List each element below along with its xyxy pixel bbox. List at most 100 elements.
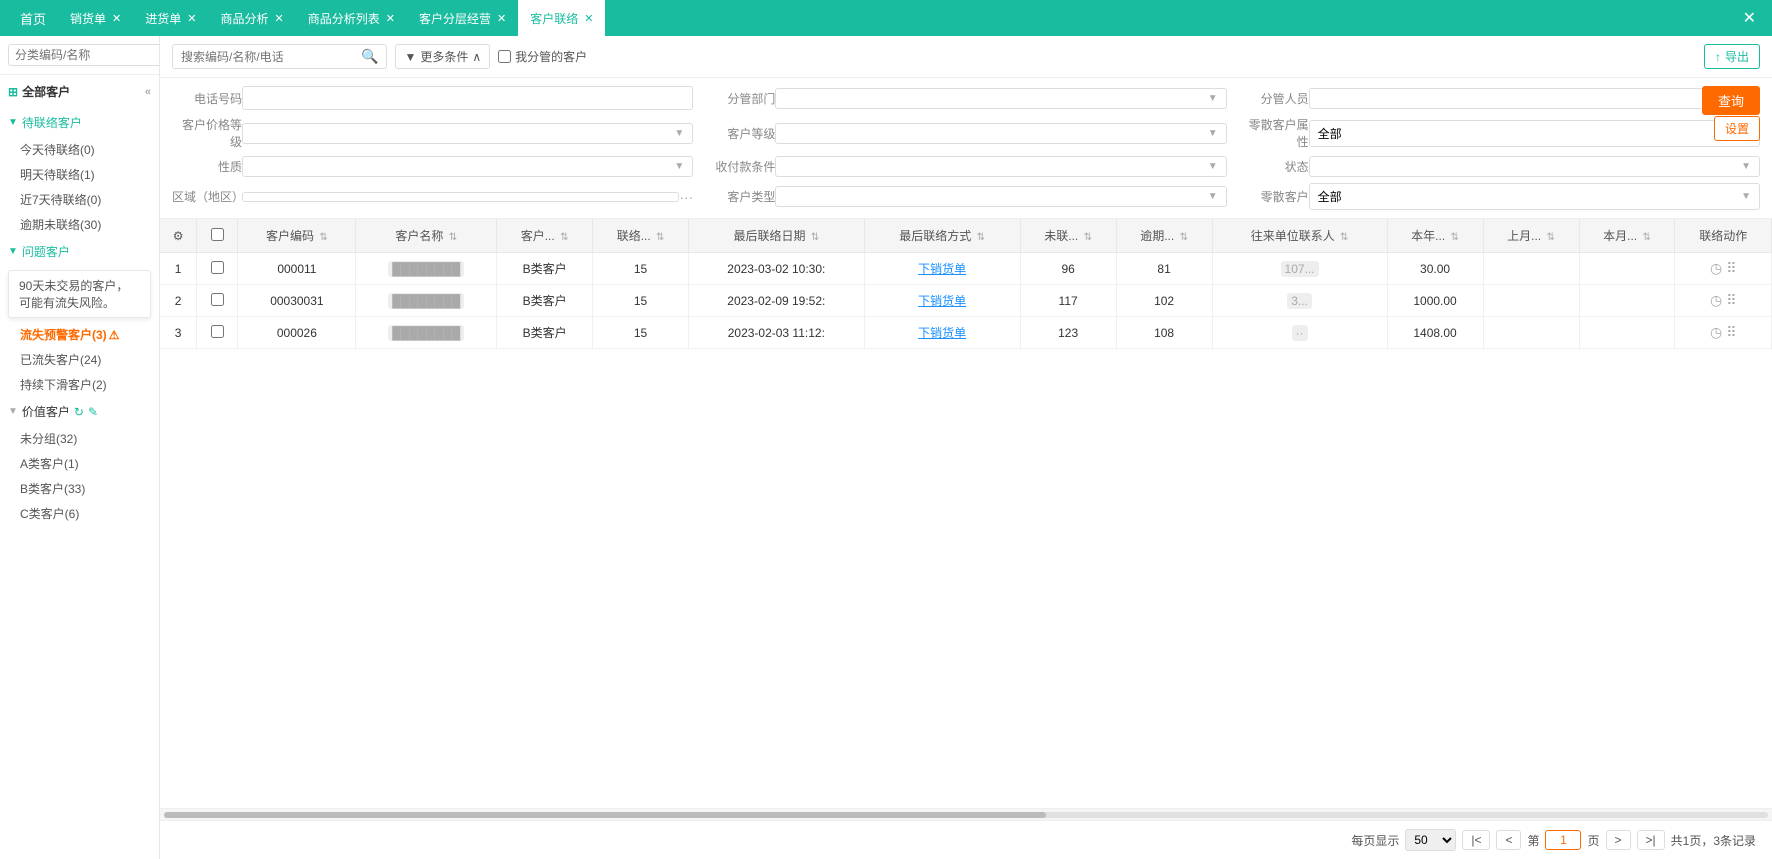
table-row: 2 00030031 ████████ B类客户 15 2023-02-09 1… xyxy=(160,285,1772,317)
retail-customer-select[interactable]: 全部▼ xyxy=(1309,183,1760,210)
per-page-select[interactable]: 50 20 100 xyxy=(1405,829,1456,851)
more-conditions-button[interactable]: ▼ 更多条件 ∧ xyxy=(395,44,490,69)
price-level-select[interactable]: ▼ xyxy=(242,123,693,144)
action-contact-icon[interactable]: ◷ xyxy=(1710,292,1722,309)
filter-phone: 电话号码 xyxy=(172,86,693,110)
sidebar-item-churn-warning[interactable]: 流失预警客户(3) ⚠ xyxy=(0,322,159,347)
sidebar-item-ungrouped[interactable]: 未分组(32) xyxy=(0,426,159,451)
sidebar-item-c-customers[interactable]: C类客户(6) xyxy=(0,501,159,526)
region-more-icon[interactable]: ··· xyxy=(679,189,693,205)
first-page-button[interactable]: |< xyxy=(1462,830,1490,850)
sidebar-item-today-pending[interactable]: 今天待联络(0) xyxy=(0,137,159,162)
customer-type-select[interactable]: ▼ xyxy=(775,186,1226,207)
region-select[interactable] xyxy=(242,192,679,202)
phone-input[interactable] xyxy=(242,86,693,110)
my-customers-checkbox[interactable] xyxy=(498,50,511,63)
horizontal-scrollbar[interactable] xyxy=(160,808,1772,820)
contact-person-blurred: ·· xyxy=(1292,325,1308,341)
settings-button[interactable]: 设置 xyxy=(1714,116,1760,141)
sidebar-group-value[interactable]: 价值客户 ↻ ✎ xyxy=(0,397,159,426)
nav-item-productanalysis[interactable]: 商品分析 ✕ xyxy=(208,0,295,36)
nav-item-productlist[interactable]: 商品分析列表 ✕ xyxy=(296,0,407,36)
row-action: ◷ ⠿ xyxy=(1675,317,1772,349)
sidebar-search-input[interactable] xyxy=(8,44,160,66)
row-contact-person: 107... xyxy=(1212,253,1387,285)
nav-item-customercontact[interactable]: 客户联络 ✕ xyxy=(518,0,605,36)
search-button[interactable]: 🔍 xyxy=(361,48,378,65)
collapse-icon[interactable]: « xyxy=(145,86,151,98)
nav-item-salesorder[interactable]: 销货单 ✕ xyxy=(58,0,133,36)
sidebar-item-overdue-pending[interactable]: 逾期未联络(30) xyxy=(0,212,159,237)
action-more-icon[interactable]: ⠿ xyxy=(1726,324,1736,341)
col-last-month[interactable]: 上月... ⇅ xyxy=(1483,219,1579,253)
nav-item-customersegment[interactable]: 客户分层经营 ✕ xyxy=(407,0,518,36)
customer-level-select[interactable]: ▼ xyxy=(775,123,1226,144)
sidebar-all-customers[interactable]: ⊞ 全部客户 « xyxy=(0,75,159,108)
gender-select[interactable]: ▼ xyxy=(242,156,693,177)
col-code[interactable]: 客户编码 ⇅ xyxy=(238,219,356,253)
manager-select[interactable]: ▼ xyxy=(1309,88,1746,109)
window-close-button[interactable]: ✕ xyxy=(1735,8,1764,28)
last-method-link[interactable]: 下销货单 xyxy=(918,326,966,340)
col-last-method[interactable]: 最后联络方式 ⇅ xyxy=(864,219,1020,253)
close-customercontact-icon[interactable]: ✕ xyxy=(584,12,593,25)
close-productanalysis-icon[interactable]: ✕ xyxy=(275,12,284,25)
query-button[interactable]: 查询 xyxy=(1702,86,1760,115)
row-select-checkbox[interactable] xyxy=(211,293,224,306)
row-action: ◷ ⠿ xyxy=(1675,285,1772,317)
close-salesorder-icon[interactable]: ✕ xyxy=(112,12,121,25)
col-name[interactable]: 客户名称 ⇅ xyxy=(356,219,497,253)
status-select[interactable]: ▼ xyxy=(1309,156,1760,177)
next-page-button[interactable]: > xyxy=(1606,830,1631,850)
sidebar-item-declining[interactable]: 持续下滑客户(2) xyxy=(0,372,159,397)
price-level-label: 客户价格等级 xyxy=(172,116,242,150)
price-level-arrow-icon: ▼ xyxy=(674,128,684,139)
retail-attr-select[interactable]: 全部▼ xyxy=(1309,120,1760,147)
last-method-link[interactable]: 下销货单 xyxy=(918,262,966,276)
sidebar-item-churned[interactable]: 已流失客户(24) xyxy=(0,347,159,372)
scrollbar-thumb[interactable] xyxy=(164,812,1046,818)
filter-customer-type: 客户类型 ▼ xyxy=(705,183,1226,210)
col-contact[interactable]: 联络... ⇅ xyxy=(593,219,689,253)
prev-page-button[interactable]: < xyxy=(1496,830,1521,850)
col-uncontacted[interactable]: 未联... ⇅ xyxy=(1020,219,1116,253)
sidebar-group-problem[interactable]: 问题客户 xyxy=(0,237,159,266)
search-input[interactable] xyxy=(181,50,361,64)
col-contact-person[interactable]: 往来单位联系人 ⇅ xyxy=(1212,219,1387,253)
close-productlist-icon[interactable]: ✕ xyxy=(386,12,395,25)
sidebar-item-a-customers[interactable]: A类客户(1) xyxy=(0,451,159,476)
page-number-input[interactable] xyxy=(1545,830,1581,850)
last-method-link[interactable]: 下销货单 xyxy=(918,294,966,308)
sidebar-group-pending[interactable]: 待联络客户 xyxy=(0,108,159,137)
action-more-icon[interactable]: ⠿ xyxy=(1726,292,1736,309)
nav-home[interactable]: 首页 xyxy=(8,0,58,36)
my-customers-checkbox-wrap: 我分管的客户 xyxy=(498,48,587,65)
col-settings[interactable]: ⚙ xyxy=(160,219,197,253)
row-select-checkbox[interactable] xyxy=(211,261,224,274)
col-type[interactable]: 客户... ⇅ xyxy=(497,219,593,253)
refresh-icon[interactable]: ↻ xyxy=(74,405,84,419)
close-purchaseorder-icon[interactable]: ✕ xyxy=(187,12,196,25)
action-contact-icon[interactable]: ◷ xyxy=(1710,260,1722,277)
sidebar-item-7days-pending[interactable]: 近7天待联络(0) xyxy=(0,187,159,212)
sidebar-item-b-customers[interactable]: B类客户(33) xyxy=(0,476,159,501)
last-date-sort-icon: ⇅ xyxy=(811,232,819,243)
sidebar-item-tomorrow-pending[interactable]: 明天待联络(1) xyxy=(0,162,159,187)
col-overdue[interactable]: 逾期... ⇅ xyxy=(1116,219,1212,253)
edit-icon[interactable]: ✎ xyxy=(88,405,98,419)
action-more-icon[interactable]: ⠿ xyxy=(1726,260,1736,277)
export-icon: ↑ xyxy=(1715,50,1721,64)
col-last-date[interactable]: 最后联络日期 ⇅ xyxy=(689,219,865,253)
nav-item-purchaseorder[interactable]: 进货单 ✕ xyxy=(133,0,208,36)
payment-select[interactable]: ▼ xyxy=(775,156,1226,177)
export-button[interactable]: ↑ 导出 xyxy=(1704,44,1760,69)
col-this-month[interactable]: 本月... ⇅ xyxy=(1579,219,1675,253)
action-contact-icon[interactable]: ◷ xyxy=(1710,324,1722,341)
row-select-checkbox[interactable] xyxy=(211,325,224,338)
dept-select[interactable]: ▼ xyxy=(775,88,1226,109)
close-customersegment-icon[interactable]: ✕ xyxy=(497,12,506,25)
last-page-button[interactable]: >| xyxy=(1637,830,1665,850)
col-this-year[interactable]: 本年... ⇅ xyxy=(1387,219,1483,253)
search-wrap: 🔍 xyxy=(172,44,387,69)
select-all-checkbox[interactable] xyxy=(211,228,224,241)
